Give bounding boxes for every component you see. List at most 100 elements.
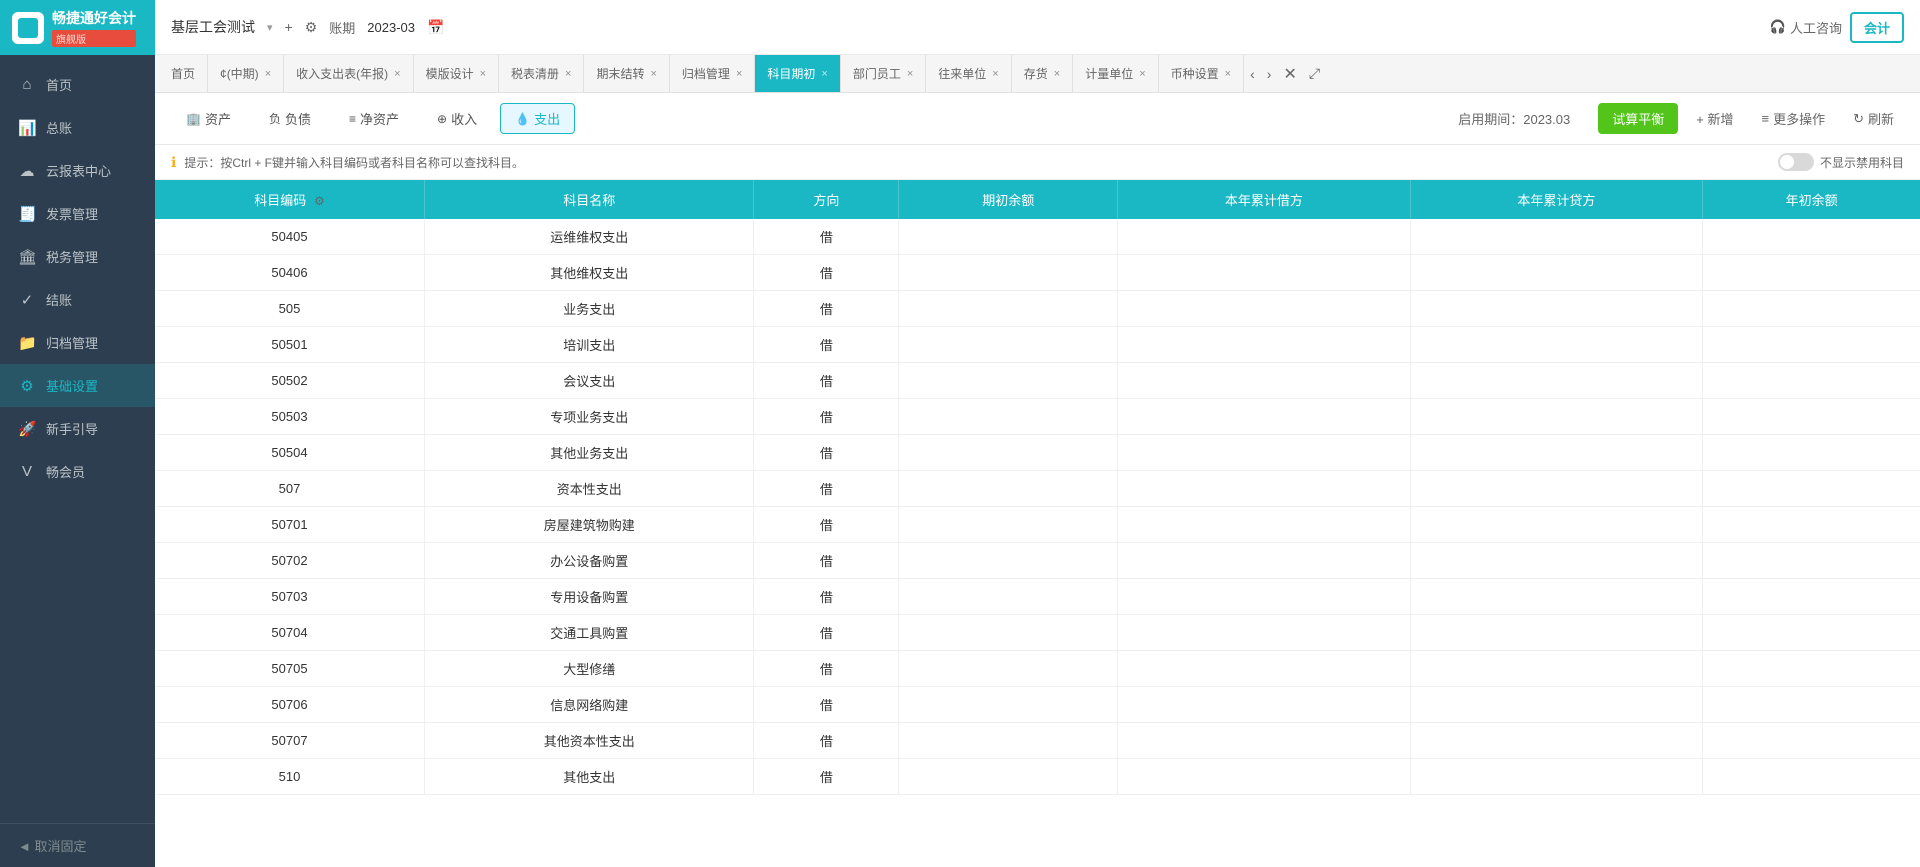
tab-close-icon[interactable]: × [736,68,742,80]
tab-close-icon[interactable]: × [650,68,656,80]
cell-debit [1118,255,1411,291]
cell-name: 其他维权支出 [425,255,754,291]
tab-close-icon[interactable]: × [394,68,400,80]
table-row: 50706信息网络购建借 [155,687,1920,723]
cell-name: 大型修缮 [425,651,754,687]
calendar-icon[interactable]: 📅 [427,19,444,36]
more-btn[interactable]: ≡ 更多操作 [1751,103,1835,134]
sidebar-item-member[interactable]: V畅会员 [0,450,155,493]
tab-expand-btn[interactable]: ⤢ [1303,65,1326,82]
tab-nav-prev[interactable]: ‹ [1244,66,1261,82]
tab-[interactable]: 币种设置× [1159,55,1244,93]
home-icon: ⌂ [18,76,36,93]
tab-close-icon[interactable]: × [1054,68,1060,80]
trial-balance-btn[interactable]: 试算平衡 [1598,103,1678,134]
sidebar-item-home[interactable]: ⌂ 首页 [0,63,155,106]
cell-year_balance [1703,615,1920,651]
tab-[interactable]: 期末结转 × [584,55,669,93]
tab-[interactable]: 存货× [1012,55,1073,93]
cell-balance [899,579,1118,615]
cell-debit [1118,687,1411,723]
sidebar-label-home: 首页 [46,75,72,94]
tab-label: 收入支出表(年报) [296,65,388,82]
more-icon: ≡ [1761,111,1769,126]
sidebar-item-guide[interactable]: 🚀新手引导 [0,407,155,450]
tab-close-icon[interactable]: × [1139,68,1145,80]
tab-[interactable]: 模版设计× [414,55,499,93]
tax-icon: 🏛 [18,248,36,266]
tab-close-icon[interactable]: × [992,68,998,80]
tab-close-icon[interactable]: × [907,68,913,80]
cell-balance [899,615,1118,651]
cell-name: 办公设备购置 [425,543,754,579]
tab-[interactable]: 收入支出表(年报) × [284,55,413,93]
filter-tab-净资产[interactable]: ≡净资产 [334,103,414,134]
checkout-icon: ✓ [18,291,36,309]
cell-credit [1410,327,1703,363]
sidebar-collapse-btn[interactable]: ◄ 取消固定 [0,823,155,867]
service-btn[interactable]: 🎧 人工咨询 [1770,18,1842,37]
tab-[interactable]: ¢(中期)× [208,55,284,93]
tab-close-icon[interactable]: × [480,68,486,80]
toggle-switch[interactable]: 不显示禁用科目 [1778,153,1904,171]
cell-balance [899,687,1118,723]
cell-direction: 借 [754,687,899,723]
tab-[interactable]: 往来单位× [926,55,1011,93]
sidebar-item-invoice[interactable]: 🧾发票管理 [0,192,155,235]
cell-year_balance [1703,471,1920,507]
chevron-down-icon[interactable]: ▾ [267,21,273,34]
tab-[interactable]: 归档管理× [670,55,755,93]
add-btn[interactable]: + 新增 [1686,103,1743,134]
col-header-1: 科目名称 [425,180,754,219]
sidebar-item-reports[interactable]: ☁云报表中心 [0,149,155,192]
sidebar-item-ledger[interactable]: 📊总账 [0,106,155,149]
gear-icon[interactable]: ⚙ [314,194,325,208]
cell-credit [1410,471,1703,507]
account-btn[interactable]: 会计 [1850,12,1904,43]
tab-[interactable]: 部门员工× [841,55,926,93]
cell-debit [1118,759,1411,795]
filter-tab-收入[interactable]: ⊕收入 [422,103,492,134]
tab-[interactable]: 计量单位× [1073,55,1158,93]
disabled-toggle[interactable] [1778,153,1814,171]
sidebar-item-checkout[interactable]: ✓结账 [0,278,155,321]
tab-close-icon[interactable]: × [821,68,827,80]
add-tab-btn[interactable]: + [285,19,293,35]
cell-credit [1410,579,1703,615]
sidebar-nav: ⌂ 首页 📊总账☁云报表中心🧾发票管理🏛税务管理✓结账📁归档管理⚙基础设置🚀新手引导… [0,55,155,823]
filter-tab-支出[interactable]: 💧支出 [500,103,575,134]
tab-close-icon[interactable]: × [265,68,271,80]
notice-bar: ℹ 提示：按Ctrl + F键并输入科目编码或者科目名称可以查找科目。 不显示禁… [155,145,1920,180]
tab-close-all-btn[interactable]: ✕ [1277,64,1302,84]
tab-[interactable]: 税表清册× [499,55,584,93]
cell-year_balance [1703,507,1920,543]
cell-year_balance [1703,435,1920,471]
filter-icon-收入: ⊕ [437,112,447,126]
sidebar-item-tax[interactable]: 🏛税务管理 [0,235,155,278]
top-bar: 基层工会测试 ▾ + ⚙ 账期 2023-03 📅 🎧 人工咨询 会计 [155,0,1920,55]
accounts-table-wrapper: 科目编码 ⚙科目名称方向期初余额本年累计借方本年累计贷方年初余额 50405运维… [155,180,1920,867]
tab-label: 期末结转 [596,65,644,82]
cell-year_balance [1703,543,1920,579]
filter-icon-支出: 💧 [515,112,530,126]
settings-icon[interactable]: ⚙ [305,19,318,36]
cell-debit [1118,399,1411,435]
sidebar-item-settings[interactable]: ⚙基础设置 [0,364,155,407]
company-name: 基层工会测试 [171,17,255,37]
cell-direction: 借 [754,399,899,435]
tab-close-icon[interactable]: × [1225,68,1231,80]
cell-debit [1118,651,1411,687]
tab-[interactable]: 科目期初× [755,55,840,93]
refresh-btn[interactable]: ↻ 刷新 [1843,103,1904,134]
cell-direction: 借 [754,255,899,291]
cell-debit [1118,543,1411,579]
filter-tab-资产[interactable]: 🏢资产 [171,103,246,134]
tab-close-icon[interactable]: × [565,68,571,80]
tab-nav-next[interactable]: › [1261,66,1278,82]
cell-debit [1118,723,1411,759]
tab-[interactable]: 首页 [159,55,208,93]
cell-name: 其他支出 [425,759,754,795]
filter-tab-负债[interactable]: 负负债 [254,103,326,134]
period-label: 账期 [329,18,355,37]
sidebar-item-archive[interactable]: 📁归档管理 [0,321,155,364]
